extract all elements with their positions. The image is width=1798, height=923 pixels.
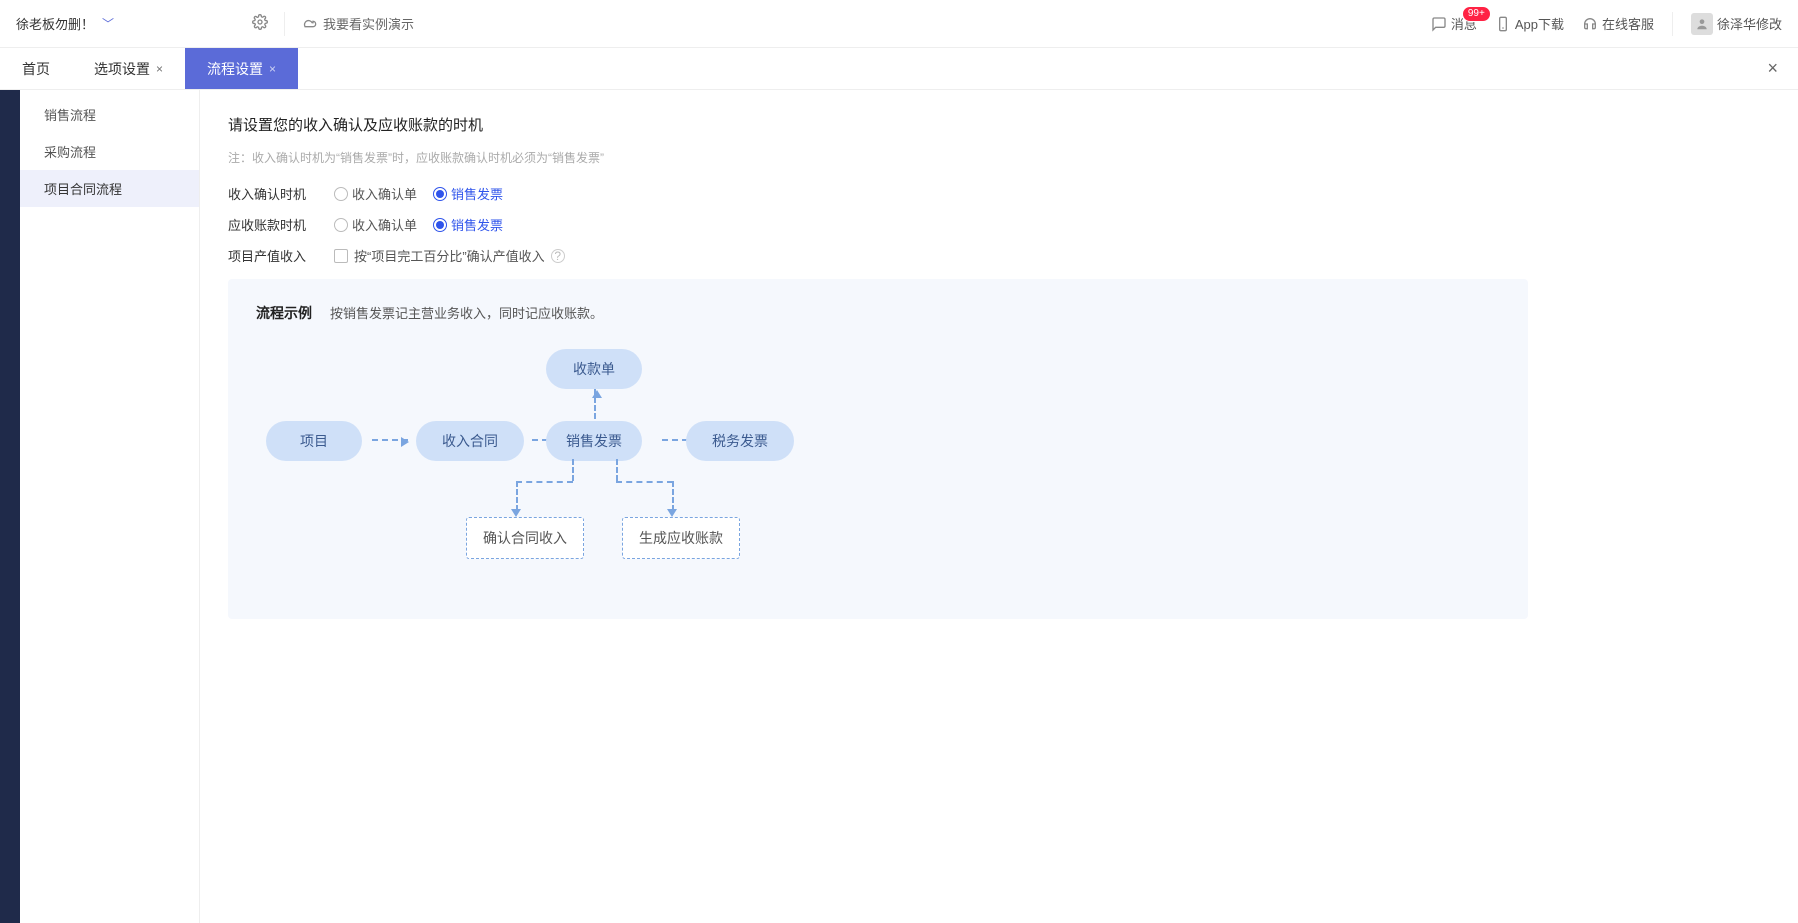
node-label: 生成应收账款 (639, 528, 723, 548)
sidenav-item-sales[interactable]: 销售流程 (20, 96, 199, 133)
chat-icon (1431, 16, 1447, 32)
flow-desc: 按销售发票记主营业务收入，同时记应收账款。 (330, 303, 603, 322)
form-label: 应收账款时机 (228, 215, 318, 234)
node-label: 收入合同 (442, 431, 498, 451)
node-sales-invoice: 销售发票 (546, 421, 642, 461)
arrow-down-icon (667, 509, 677, 517)
tab-home[interactable]: 首页 (0, 48, 72, 89)
app-download-label: App下载 (1515, 14, 1564, 33)
messages-badge: 99+ (1462, 6, 1491, 22)
org-name: 徐老板勿删！ (16, 14, 94, 33)
node-label: 项目 (300, 431, 328, 451)
node-confirm-contract-income: 确认合同收入 (466, 517, 584, 559)
arrow-icon (594, 389, 596, 419)
side-nav: 销售流程 采购流程 项目合同流程 (20, 90, 200, 923)
node-gen-receivable: 生成应收账款 (622, 517, 740, 559)
radio-receivable-confirm-doc[interactable]: 收入确认单 (334, 215, 417, 234)
row-receivable: 应收账款时机 收入确认单 销售发票 (228, 215, 1770, 234)
radio-income-confirm-doc[interactable]: 收入确认单 (334, 184, 417, 203)
radio-receivable-sales-invoice[interactable]: 销售发票 (433, 215, 503, 234)
radio-label: 收入确认单 (352, 215, 417, 234)
connector (516, 481, 518, 511)
tab-label: 选项设置 (94, 59, 150, 79)
checkbox-project-percent[interactable] (334, 249, 348, 263)
radio-icon (334, 187, 348, 201)
form-label: 收入确认时机 (228, 184, 318, 203)
sidenav-label: 销售流程 (44, 108, 96, 123)
demo-label: 我要看实例演示 (323, 14, 414, 33)
node-receipt: 收款单 (546, 349, 642, 389)
node-label: 税务发票 (712, 431, 768, 451)
phone-icon (1495, 16, 1511, 32)
page-title: 请设置您的收入确认及应收账款的时机 (228, 114, 1770, 135)
close-icon[interactable]: × (269, 62, 276, 76)
checkbox-label: 按“项目完工百分比”确认产值收入 (354, 246, 545, 265)
messages-link[interactable]: 消息 99+ (1431, 14, 1477, 33)
sidenav-item-project-contract[interactable]: 项目合同流程 (20, 170, 199, 207)
node-label: 销售发票 (566, 431, 622, 451)
form-label: 项目产值收入 (228, 246, 318, 265)
left-rail (0, 90, 20, 923)
close-icon[interactable]: × (156, 62, 163, 76)
tab-process[interactable]: 流程设置 × (185, 48, 298, 89)
gear-icon[interactable] (252, 14, 268, 33)
support-link[interactable]: 在线客服 (1582, 14, 1654, 33)
radio-income-sales-invoice[interactable]: 销售发票 (433, 184, 503, 203)
user-name: 徐泽华修改 (1717, 14, 1782, 33)
page-note: 注：收入确认时机为“销售发票”时，应收账款确认时机必须为“销售发票” (228, 149, 1770, 166)
node-project: 项目 (266, 421, 362, 461)
org-selector[interactable]: 徐老板勿删！ ﹀ (16, 14, 236, 33)
tab-label: 流程设置 (207, 59, 263, 79)
node-label: 收款单 (573, 359, 615, 379)
connector (616, 459, 618, 481)
flow-example-panel: 流程示例 按销售发票记主营业务收入，同时记应收账款。 收款单 项目 收入合同 (228, 279, 1528, 619)
connector (516, 481, 573, 483)
connector (616, 481, 673, 483)
arrow-icon (372, 439, 408, 441)
flow-title: 流程示例 (256, 303, 312, 323)
headset-icon (1582, 16, 1598, 32)
radio-icon (433, 187, 447, 201)
node-label: 确认合同收入 (483, 528, 567, 548)
main-content: 请设置您的收入确认及应收账款的时机 注：收入确认时机为“销售发票”时，应收账款确… (200, 90, 1798, 923)
connector (672, 481, 674, 511)
avatar (1691, 13, 1713, 35)
node-income-contract: 收入合同 (416, 421, 524, 461)
flowchart: 收款单 项目 收入合同 销售发票 (256, 349, 1500, 579)
top-header: 徐老板勿删！ ﹀ 我要看实例演示 消息 99+ (0, 0, 1798, 48)
radio-label: 销售发票 (451, 184, 503, 203)
radio-icon (334, 218, 348, 232)
row-income-confirm: 收入确认时机 收入确认单 销售发票 (228, 184, 1770, 203)
arrow-down-icon (511, 509, 521, 517)
radio-label: 销售发票 (451, 215, 503, 234)
user-menu[interactable]: 徐泽华修改 (1691, 13, 1782, 35)
support-label: 在线客服 (1602, 14, 1654, 33)
sidenav-label: 采购流程 (44, 145, 96, 160)
tab-label: 首页 (22, 59, 50, 79)
cloud-icon (301, 16, 317, 32)
divider (1672, 12, 1673, 36)
app-download-link[interactable]: App下载 (1495, 14, 1564, 33)
tab-bar: 首页 选项设置 × 流程设置 × × (0, 48, 1798, 90)
help-icon[interactable]: ? (551, 249, 565, 263)
connector (572, 459, 574, 481)
tab-options[interactable]: 选项设置 × (72, 48, 185, 89)
radio-label: 收入确认单 (352, 184, 417, 203)
chevron-down-icon: ﹀ (102, 15, 114, 32)
sidenav-item-purchase[interactable]: 采购流程 (20, 133, 199, 170)
radio-icon (433, 218, 447, 232)
demo-link[interactable]: 我要看实例演示 (301, 14, 414, 33)
tabbar-close-button[interactable]: × (1759, 54, 1786, 83)
sidenav-label: 项目合同流程 (44, 182, 122, 197)
row-project-output: 项目产值收入 按“项目完工百分比”确认产值收入 ? (228, 246, 1770, 265)
node-tax-invoice: 税务发票 (686, 421, 794, 461)
divider (284, 12, 285, 36)
